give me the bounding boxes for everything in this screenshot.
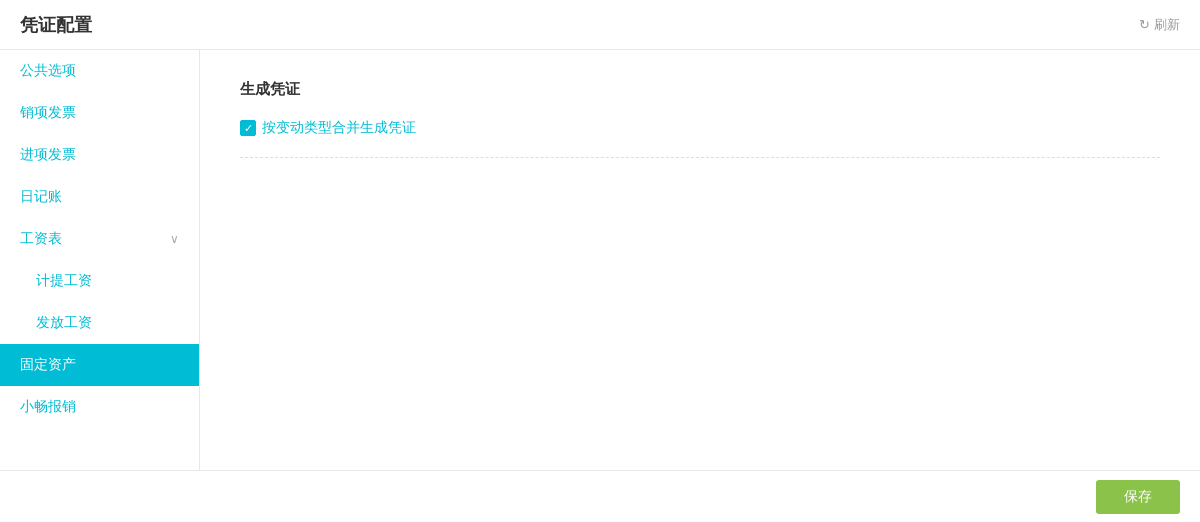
sidebar-item-label: 销项发票 (20, 104, 76, 122)
page-header: 凭证配置 ↻ 刷新 (0, 0, 1200, 50)
sidebar-item-label: 计提工资 (36, 272, 92, 290)
page-title: 凭证配置 (20, 13, 92, 37)
page-body: 公共选项 销项发票 进项发票 日记账 工资表 ∨ 计提工资 发放工资 固定资 (0, 50, 1200, 470)
sidebar-item-label: 进项发票 (20, 146, 76, 164)
merge-by-type-checkbox[interactable]: ✓ 按变动类型合并生成凭证 (240, 119, 416, 137)
sidebar-item-label: 日记账 (20, 188, 62, 206)
page-wrapper: 凭证配置 ↻ 刷新 公共选项 销项发票 进项发票 日记账 工资表 ∨ (0, 0, 1200, 522)
checkbox-indicator: ✓ (240, 120, 256, 136)
checkbox-label: 按变动类型合并生成凭证 (262, 119, 416, 137)
sidebar-item-pay-salary[interactable]: 发放工资 (0, 302, 199, 344)
sidebar-item-journal[interactable]: 日记账 (0, 176, 199, 218)
main-content: 生成凭证 ✓ 按变动类型合并生成凭证 (200, 50, 1200, 470)
sidebar-item-label: 公共选项 (20, 62, 76, 80)
sidebar: 公共选项 销项发票 进项发票 日记账 工资表 ∨ 计提工资 发放工资 固定资 (0, 50, 200, 470)
sidebar-item-sales-invoice[interactable]: 销项发票 (0, 92, 199, 134)
sidebar-item-purchase-invoice[interactable]: 进项发票 (0, 134, 199, 176)
sidebar-item-calc-salary[interactable]: 计提工资 (0, 260, 199, 302)
sidebar-item-payroll[interactable]: 工资表 ∨ (0, 218, 199, 260)
section-title: 生成凭证 (240, 80, 1160, 99)
sidebar-item-label: 小畅报销 (20, 398, 76, 416)
sidebar-item-label: 工资表 (20, 230, 62, 248)
page-footer: 保存 (0, 470, 1200, 522)
refresh-button[interactable]: ↻ 刷新 (1139, 16, 1180, 34)
check-icon: ✓ (244, 122, 253, 135)
sidebar-item-label: 发放工资 (36, 314, 92, 332)
sidebar-item-fixed-assets[interactable]: 固定资产 (0, 344, 199, 386)
refresh-label: 刷新 (1154, 16, 1180, 34)
option-row: ✓ 按变动类型合并生成凭证 (240, 119, 1160, 137)
section-divider (240, 157, 1160, 158)
chevron-down-icon: ∨ (170, 232, 179, 246)
sidebar-item-label: 固定资产 (20, 356, 76, 374)
sidebar-item-expense[interactable]: 小畅报销 (0, 386, 199, 428)
refresh-icon: ↻ (1139, 17, 1150, 32)
sidebar-item-public[interactable]: 公共选项 (0, 50, 199, 92)
save-button[interactable]: 保存 (1096, 480, 1180, 514)
